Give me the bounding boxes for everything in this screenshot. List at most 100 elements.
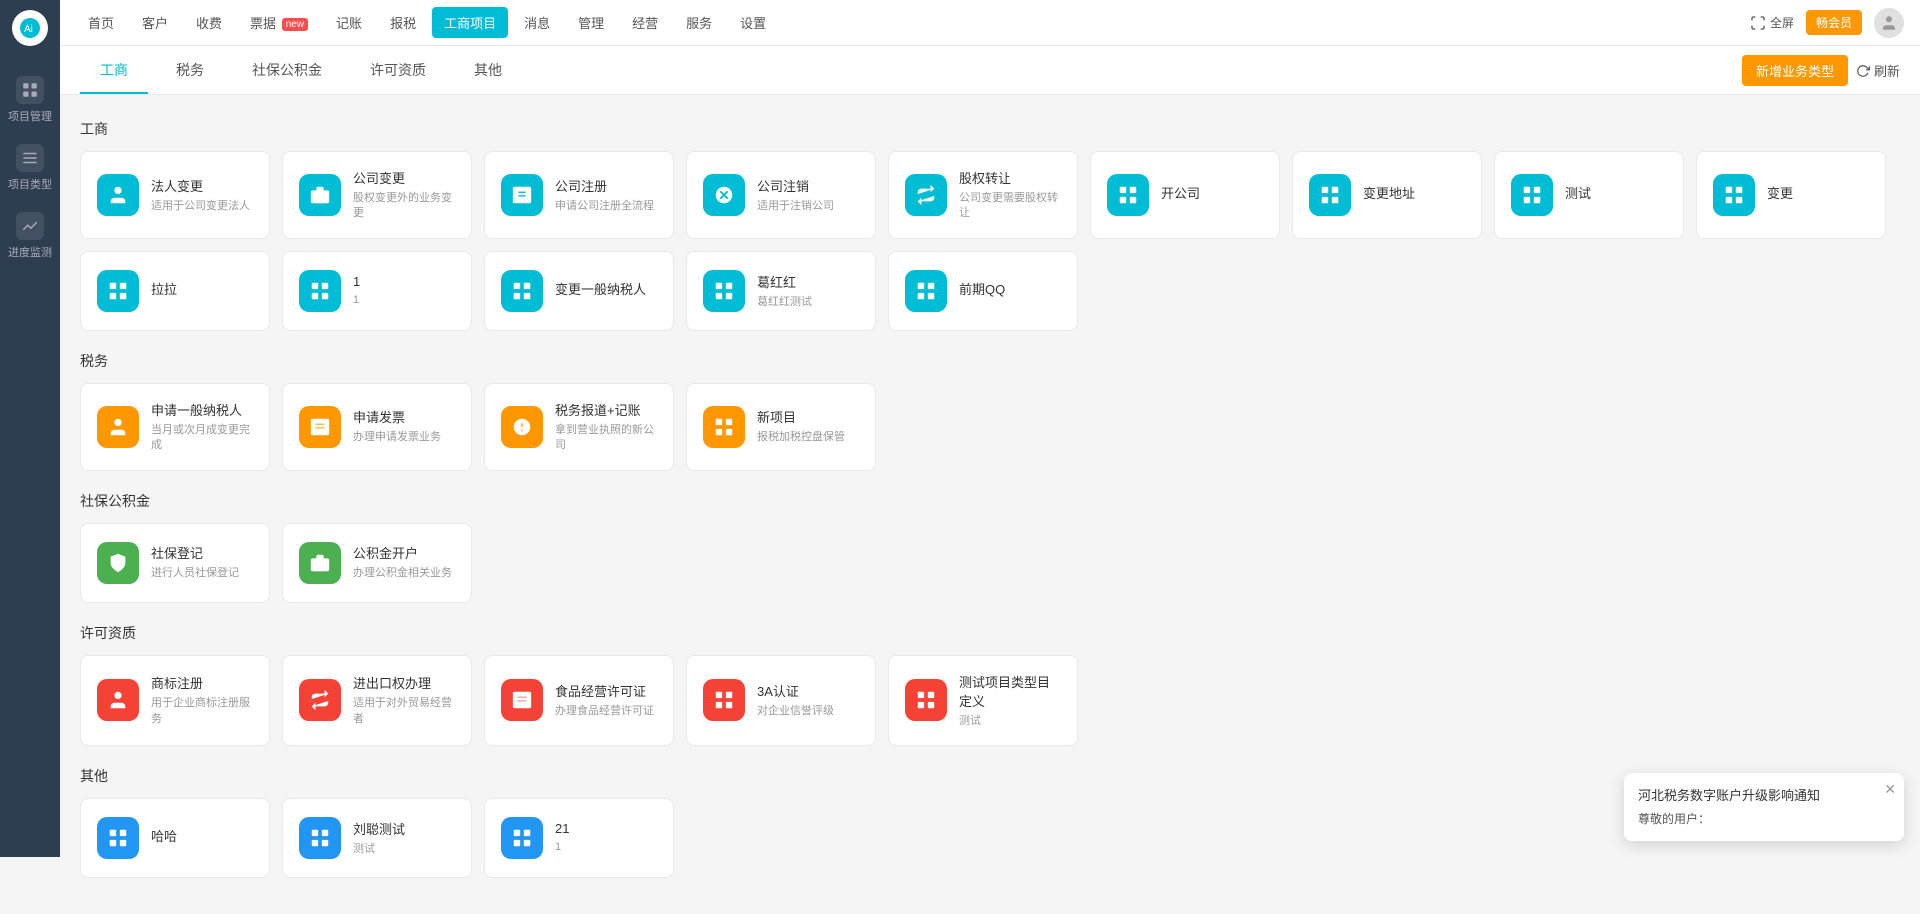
notification-text: 尊敬的用户： — [1638, 810, 1890, 829]
nav-message[interactable]: 消息 — [512, 7, 562, 38]
card-desc: 申请公司注册全流程 — [555, 199, 657, 214]
tab-gongshang[interactable]: 工商 — [80, 46, 148, 94]
nav-fee[interactable]: 收费 — [184, 7, 234, 38]
nav-business[interactable]: 工商项目 — [432, 7, 508, 38]
card-icon — [97, 542, 139, 584]
app-logo[interactable]: Ai — [12, 10, 48, 46]
notification-close[interactable]: ✕ — [1884, 781, 1896, 798]
add-type-button[interactable]: 新增业务类型 — [1742, 55, 1848, 86]
fullscreen-icon — [1750, 15, 1766, 31]
card-gongsi-zhuxiao[interactable]: 公司注销 适用于注销公司 — [686, 151, 876, 239]
card-haha[interactable]: 哈哈 — [80, 798, 270, 878]
tabs-bar: 工商 税务 社保公积金 许可资质 其他 新增业务类型 刷新 — [60, 46, 1920, 95]
card-title: 前期QQ — [959, 279, 1061, 298]
card-icon — [299, 817, 341, 859]
card-title: 进出口权办理 — [353, 673, 455, 692]
card-title: 变更 — [1767, 183, 1869, 202]
sidebar-item-project-type[interactable]: 项目类型 — [0, 134, 60, 202]
refresh-button[interactable]: 刷新 — [1856, 61, 1900, 80]
card-icon — [905, 174, 947, 216]
tab-shuiwu[interactable]: 税务 — [156, 46, 224, 94]
nav-tax[interactable]: 报税 — [378, 7, 428, 38]
card-icon — [97, 817, 139, 859]
card-3a-renzheng[interactable]: 3A认证 对企业信誉评级 — [686, 655, 876, 746]
sidebar-item-progress-monitor[interactable]: 进度监测 — [0, 202, 60, 270]
card-biangeng2[interactable]: 变更 — [1696, 151, 1886, 239]
card-faren-biangeng[interactable]: 法人变更 适用于公司变更法人 — [80, 151, 270, 239]
vip-button[interactable]: 畅会员 — [1806, 10, 1862, 35]
card-desc: 股权变更外的业务变更 — [353, 191, 455, 222]
card-desc: 办理申请发票业务 — [353, 430, 455, 445]
card-liucong-ceshi[interactable]: 刘聪测试 测试 — [282, 798, 472, 878]
card-biangeng-dizhi[interactable]: 变更地址 — [1292, 151, 1482, 239]
card-icon — [1511, 174, 1553, 216]
card-gehonghong[interactable]: 葛红红 葛红红测试 — [686, 251, 876, 331]
card-1[interactable]: 1 1 — [282, 251, 472, 331]
nav-customer[interactable]: 客户 — [130, 7, 180, 38]
fullscreen-button[interactable]: 全屏 — [1750, 14, 1794, 31]
nav-settings[interactable]: 设置 — [728, 7, 778, 38]
card-shuiwu-baodao[interactable]: 税务报道+记账 拿到营业执照的新公司 — [484, 383, 674, 471]
card-desc: 1 — [353, 293, 455, 308]
card-title: 1 — [353, 274, 455, 289]
tab-xuke[interactable]: 许可资质 — [350, 46, 446, 94]
card-desc: 对企业信誉评级 — [757, 704, 859, 719]
tabs-right-actions: 新增业务类型 刷新 — [1742, 55, 1900, 94]
card-jinchukouquan[interactable]: 进出口权办理 适用于对外贸易经营者 — [282, 655, 472, 746]
card-icon — [501, 174, 543, 216]
card-desc: 葛红红测试 — [757, 295, 859, 310]
card-gongsi-zhuce[interactable]: 公司注册 申请公司注册全流程 — [484, 151, 674, 239]
nav-manage[interactable]: 管理 — [566, 7, 616, 38]
section-title-gongshang: 工商 — [80, 119, 1900, 139]
card-desc: 适用于注销公司 — [757, 199, 859, 214]
card-qianqi-qq[interactable]: 前期QQ — [888, 251, 1078, 331]
card-kai-gongsi[interactable]: 开公司 — [1090, 151, 1280, 239]
card-shangbiao-zhuce[interactable]: 商标注册 用于企业商标注册服务 — [80, 655, 270, 746]
card-shenqing-yiban[interactable]: 申请一般纳税人 当月或次月成变更完成 — [80, 383, 270, 471]
card-icon-faren — [97, 174, 139, 216]
card-ceshi[interactable]: 测试 — [1494, 151, 1684, 239]
card-gongjijin-kaihu[interactable]: 公积金开户 办理公积金相关业务 — [282, 523, 472, 603]
notification-popup: ✕ 河北税务数字账户升级影响通知 尊敬的用户： — [1624, 773, 1904, 841]
svg-text:Ai: Ai — [24, 24, 33, 35]
card-desc: 1 — [555, 840, 657, 855]
card-title: 开公司 — [1161, 183, 1263, 202]
cards-grid-shuiwu: 申请一般纳税人 当月或次月成变更完成 申请发票 办理申请发票业务 税务报 — [80, 383, 1900, 471]
card-title: 刘聪测试 — [353, 819, 455, 838]
card-ceshi-leixing[interactable]: 测试项目类型目定义 测试 — [888, 655, 1078, 746]
top-navigation: 首页 客户 收费 票据 new 记账 报税 工商项目 消息 管理 经营 服务 设… — [60, 0, 1920, 46]
card-title: 税务报道+记账 — [555, 400, 657, 419]
cards-grid-gongshang: 法人变更 适用于公司变更法人 公司变更 股权变更外的业务变更 公司注册 — [80, 151, 1900, 331]
card-lala[interactable]: 拉拉 — [80, 251, 270, 331]
card-title: 股权转让 — [959, 168, 1061, 187]
card-shenqing-fapiao[interactable]: 申请发票 办理申请发票业务 — [282, 383, 472, 471]
ticket-badge: new — [282, 18, 308, 31]
card-title: 变更一般纳税人 — [555, 279, 657, 298]
card-desc: 办理公积金相关业务 — [353, 566, 455, 581]
card-title: 公司注销 — [757, 176, 859, 195]
nav-ticket[interactable]: 票据 new — [238, 7, 320, 38]
card-icon — [501, 817, 543, 859]
card-icon — [703, 174, 745, 216]
user-avatar[interactable] — [1874, 8, 1904, 38]
card-title: 法人变更 — [151, 176, 253, 195]
nav-home[interactable]: 首页 — [76, 7, 126, 38]
card-shipin-xuke[interactable]: 食品经营许可证 办理食品经营许可证 — [484, 655, 674, 746]
card-xin-xiangmu[interactable]: 新项目 报税加税控盘保管 — [686, 383, 876, 471]
card-title: 申请发票 — [353, 407, 455, 426]
nav-service[interactable]: 服务 — [674, 7, 724, 38]
nav-operation[interactable]: 经营 — [620, 7, 670, 38]
card-biangeng-yiban[interactable]: 变更一般纳税人 — [484, 251, 674, 331]
sidebar-item-project-manage[interactable]: 项目管理 — [0, 66, 60, 134]
sidebar-item-project-manage-label: 项目管理 — [8, 108, 52, 124]
card-shebao-dengji[interactable]: 社保登记 进行人员社保登记 — [80, 523, 270, 603]
nav-bookkeeping[interactable]: 记账 — [324, 7, 374, 38]
card-title: 商标注册 — [151, 673, 253, 692]
card-gongsi-biangeng[interactable]: 公司变更 股权变更外的业务变更 — [282, 151, 472, 239]
card-21[interactable]: 21 1 — [484, 798, 674, 878]
card-guquan-zhuanrang[interactable]: 股权转让 公司变更需要股权转让 — [888, 151, 1078, 239]
tab-other[interactable]: 其他 — [454, 46, 522, 94]
cards-grid-xuke: 商标注册 用于企业商标注册服务 进出口权办理 适用于对外贸易经营者 食品 — [80, 655, 1900, 746]
refresh-icon — [1856, 64, 1870, 78]
tab-shebao[interactable]: 社保公积金 — [232, 46, 342, 94]
